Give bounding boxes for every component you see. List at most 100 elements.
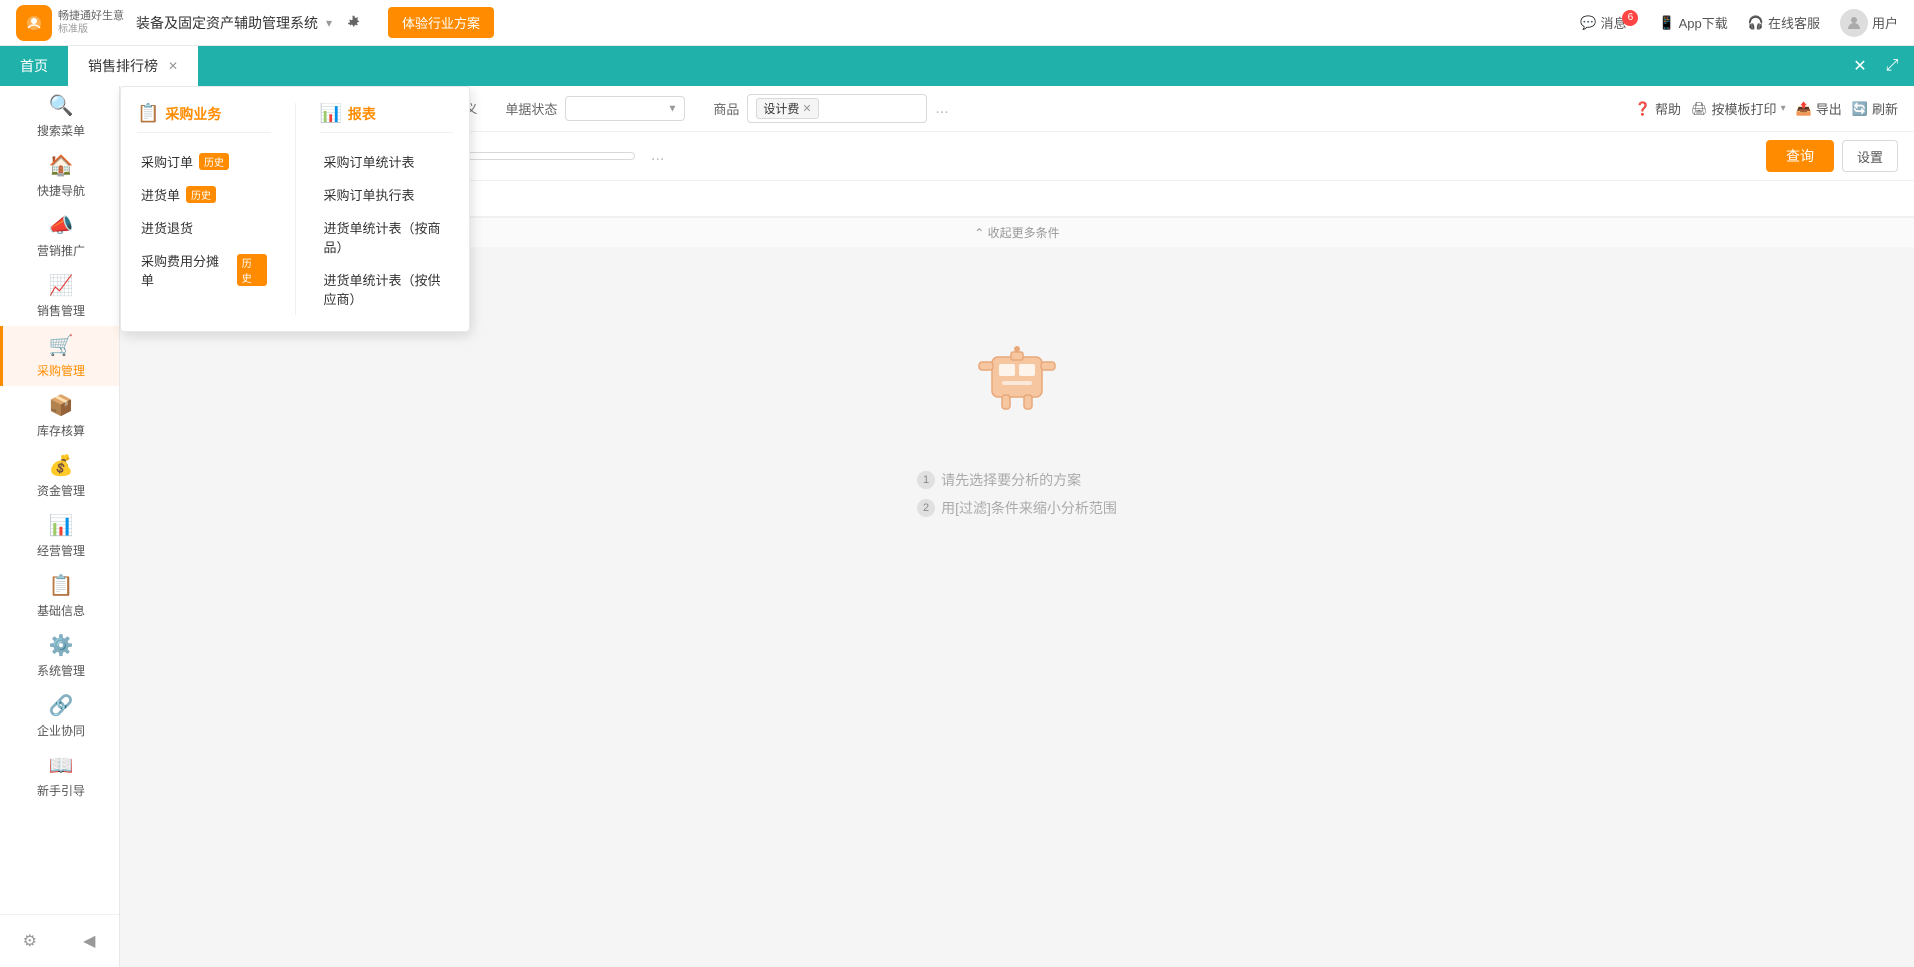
- main-layout: 🔍 搜索菜单 🏠 快捷导航 📣 营销推广 📈 销售管理 🛒 采购管理 📦 库存核…: [0, 86, 1914, 967]
- book-icon: 📖: [49, 753, 74, 778]
- sidebar-bottom: ⚙ ◀: [0, 914, 119, 967]
- online-service-item[interactable]: 🎧 在线客服: [1748, 13, 1820, 32]
- sidebar-label-guide: 新手引导: [37, 782, 85, 799]
- dropdown-item-expense[interactable]: 采购费用分摊单 历史: [137, 244, 271, 296]
- sidebar: 🔍 搜索菜单 🏠 快捷导航 📣 营销推广 📈 销售管理 🛒 采购管理 📦 库存核…: [0, 86, 120, 967]
- tab-close-icon[interactable]: ✕: [168, 59, 178, 73]
- purchase-exec-label: 采购订单执行表: [324, 185, 415, 204]
- dropdown-col-reports: 📊 报表 采购订单统计表 采购订单执行表 进货单统计表（按商品） 进货单统计表（…: [320, 103, 454, 315]
- sidebar-label-quick-nav: 快捷导航: [37, 182, 85, 199]
- empty-tip-1-label: 请先选择要分析的方案: [941, 466, 1081, 494]
- sys-title-text: 装备及固定资产辅助管理系统: [136, 13, 318, 33]
- reports-col-icon: 📊: [320, 103, 342, 124]
- sidebar-settings-btn[interactable]: ⚙: [14, 925, 46, 957]
- dropdown-item-purchase-order[interactable]: 采购订单 历史: [137, 145, 271, 178]
- empty-tip-2-label: 用[过滤]条件来缩小分析范围: [941, 494, 1117, 522]
- query-btn[interactable]: 查询: [1766, 140, 1834, 172]
- sidebar-item-operations[interactable]: 📊 经营管理: [0, 506, 119, 566]
- sidebar-item-sales-mgmt[interactable]: 📈 销售管理: [0, 266, 119, 326]
- message-badge: 6: [1622, 10, 1638, 26]
- settings-icon[interactable]: [340, 9, 368, 37]
- template-print-label: 按模板打印: [1712, 99, 1777, 118]
- dropdown-item-inbound-supplier[interactable]: 进货单统计表（按供应商）: [320, 263, 454, 315]
- sidebar-label-marketing: 营销推广: [37, 242, 85, 259]
- tab-sales-ranking[interactable]: 销售排行榜 ✕: [68, 46, 198, 86]
- sidebar-label-finance: 资金管理: [37, 482, 85, 499]
- doc-status-select[interactable]: [565, 96, 685, 121]
- sidebar-collapse-btn[interactable]: ◀: [73, 925, 105, 957]
- dropdown-menu: 📋 采购业务 采购订单 历史 进货单 历史 进货退货: [120, 86, 470, 332]
- query-actions: 查询 设置: [1766, 140, 1898, 172]
- tab-bar: 首页 销售排行榜 ✕ ✕ ⤢: [0, 46, 1914, 86]
- cart-icon: 🛒: [49, 333, 74, 358]
- tab-home[interactable]: 首页: [0, 46, 68, 86]
- messages-item[interactable]: 💬 消息 6: [1580, 13, 1638, 32]
- industry-btn[interactable]: 体验行业方案: [388, 7, 494, 38]
- dropdown-item-inbound-goods[interactable]: 进货单统计表（按商品）: [320, 211, 454, 263]
- sidebar-label-sys-mgmt: 系统管理: [37, 662, 85, 679]
- sidebar-item-finance[interactable]: 💰 资金管理: [0, 446, 119, 506]
- sidebar-item-purchase-mgmt[interactable]: 🛒 采购管理: [0, 326, 119, 386]
- goods-tag: 设计费 ✕: [756, 98, 818, 119]
- money-icon: 💰: [49, 453, 74, 478]
- logo-title: 畅捷通好生意: [58, 9, 124, 23]
- empty-icon: [967, 327, 1067, 446]
- tab-close-all-btn[interactable]: ✕: [1846, 52, 1874, 80]
- purchase-order-history[interactable]: 历史: [199, 153, 229, 170]
- user-label: 用户: [1872, 13, 1898, 32]
- link-icon: 🔗: [49, 693, 74, 718]
- goods-more-dots[interactable]: ...: [935, 100, 948, 118]
- user-item[interactable]: 用户: [1840, 9, 1898, 37]
- purchase-col-title: 采购业务: [165, 104, 221, 124]
- sidebar-item-search-menu[interactable]: 🔍 搜索菜单: [0, 86, 119, 146]
- dropdown-item-return[interactable]: 进货退货: [137, 211, 271, 244]
- app-download-item[interactable]: 📱 App下载: [1658, 13, 1727, 32]
- purchase-stats-label: 采购订单统计表: [324, 152, 415, 171]
- refresh-btn[interactable]: 🔄 刷新: [1852, 99, 1898, 118]
- doc-status-label: 单据状态: [505, 99, 557, 118]
- megaphone-icon: 📣: [49, 213, 74, 238]
- sidebar-label-basic-info: 基础信息: [37, 602, 85, 619]
- expense-history[interactable]: 历史: [237, 254, 267, 286]
- sidebar-item-quick-nav[interactable]: 🏠 快捷导航: [0, 146, 119, 206]
- empty-tip-2: 2 用[过滤]条件来缩小分析范围: [917, 494, 1117, 522]
- dropdown-item-purchase-exec[interactable]: 采购订单执行表: [320, 178, 454, 211]
- sidebar-item-enterprise[interactable]: 🔗 企业协同: [0, 686, 119, 746]
- template-print-btn[interactable]: 🖨 按模板打印 ▾: [1691, 99, 1786, 118]
- export-btn[interactable]: 📤 导出: [1796, 99, 1842, 118]
- tab-maximize-btn[interactable]: ⤢: [1878, 52, 1906, 80]
- sidebar-item-basic-info[interactable]: 📋 基础信息: [0, 566, 119, 626]
- chart-icon: 📈: [49, 273, 74, 298]
- logo-text: 畅捷通好生意 标准版: [58, 9, 124, 36]
- settings-filter-btn[interactable]: 设置: [1842, 140, 1898, 172]
- inbound-label: 进货单: [141, 185, 180, 204]
- help-label: 帮助: [1655, 99, 1681, 118]
- empty-tips: 1 请先选择要分析的方案 2 用[过滤]条件来缩小分析范围: [917, 466, 1117, 522]
- dropdown-item-purchase-stats[interactable]: 采购订单统计表: [320, 145, 454, 178]
- inbound-history[interactable]: 历史: [186, 186, 216, 203]
- tab-home-label: 首页: [20, 56, 48, 76]
- sidebar-item-guide[interactable]: 📖 新手引导: [0, 746, 119, 806]
- tip-num-2: 2: [917, 499, 935, 517]
- help-btn[interactable]: ❓ 帮助: [1635, 99, 1681, 118]
- tip-num-1: 1: [917, 471, 935, 489]
- goods-tag-close[interactable]: ✕: [802, 102, 811, 115]
- header-right: 💬 消息 6 📱 App下载 🎧 在线客服 用户: [1580, 9, 1898, 37]
- inbound-supplier-label: 进货单统计表（按供应商）: [324, 270, 450, 308]
- sidebar-item-inventory[interactable]: 📦 库存核算: [0, 386, 119, 446]
- sidebar-item-sys-mgmt[interactable]: ⚙️ 系统管理: [0, 626, 119, 686]
- help-icon: ❓: [1635, 101, 1651, 117]
- doc-status-select-wrapper: ▼: [565, 96, 685, 121]
- dropdown-col-purchase: 📋 采购业务 采购订单 历史 进货单 历史 进货退货: [137, 103, 271, 315]
- chevron-down-icon[interactable]: ▾: [326, 16, 332, 30]
- sidebar-label-enterprise: 企业协同: [37, 722, 85, 739]
- sidebar-label-purchase-mgmt: 采购管理: [37, 362, 85, 379]
- dropdown-item-inbound[interactable]: 进货单 历史: [137, 178, 271, 211]
- gear-icon: ⚙️: [49, 633, 74, 658]
- tab-bar-right: ✕ ⤢: [1846, 52, 1914, 80]
- salesperson-more-dots[interactable]: ...: [651, 147, 664, 165]
- sidebar-item-marketing[interactable]: 📣 营销推广: [0, 206, 119, 266]
- inbound-goods-label: 进货单统计表（按商品）: [324, 218, 450, 256]
- goods-input[interactable]: 设计费 ✕: [747, 94, 927, 123]
- report-icon: 📊: [49, 513, 74, 538]
